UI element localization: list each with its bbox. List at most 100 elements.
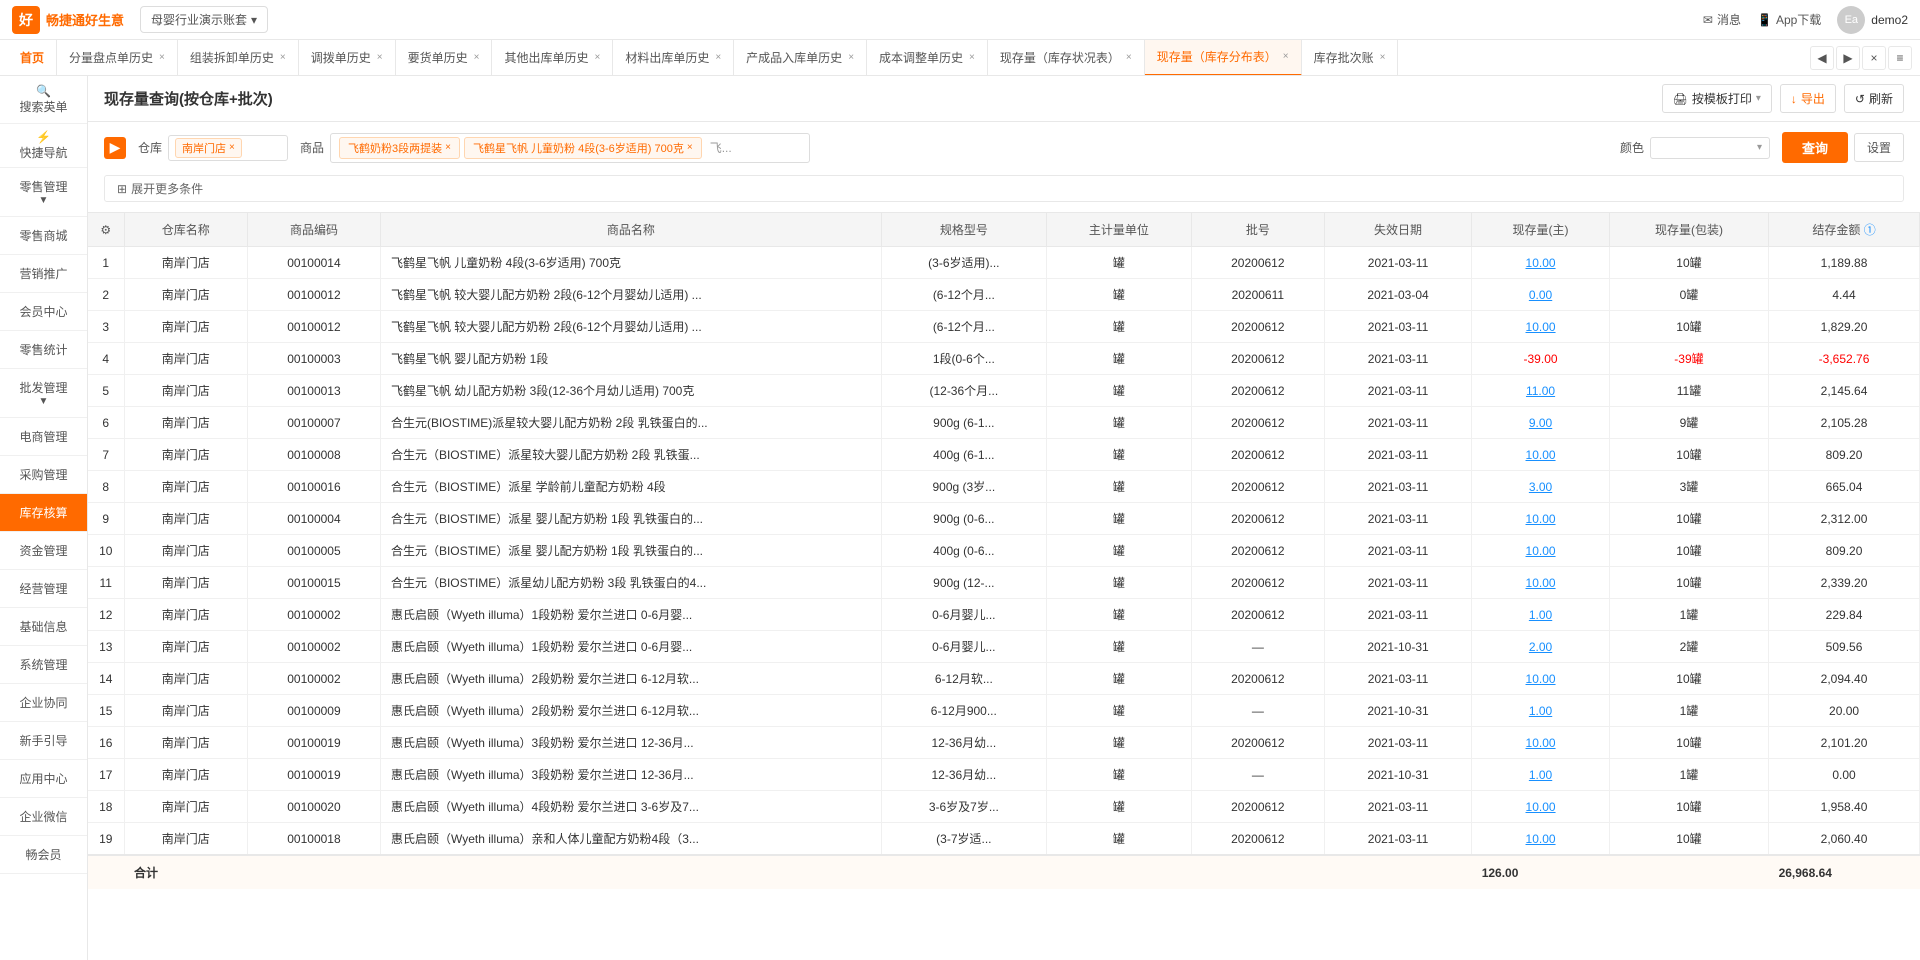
cell-qty-main[interactable]: 10.00	[1472, 311, 1610, 343]
tab-chanpin-close[interactable]: ×	[848, 52, 854, 63]
product-tag-1-close[interactable]: ×	[445, 142, 451, 153]
sidebar-item-apps[interactable]: 应用中心	[0, 760, 87, 798]
cell-qty-main[interactable]: 11.00	[1472, 375, 1610, 407]
tab-next-btn[interactable]: ▶	[1836, 46, 1860, 70]
tab-other-out[interactable]: 其他出库单历史 ×	[492, 40, 613, 76]
cell-amount: 2,105.28	[1769, 407, 1920, 439]
tab-prev-btn[interactable]: ◀	[1810, 46, 1834, 70]
sidebar-item-retail-stat[interactable]: 零售统计	[0, 331, 87, 369]
tab-fenku-close[interactable]: ×	[159, 52, 165, 63]
cell-qty-main[interactable]: 10.00	[1472, 567, 1610, 599]
tab-kucun-dist[interactable]: 现存量（库存分布表） ×	[1145, 40, 1302, 76]
cell-no: 18	[88, 791, 124, 823]
tab-kucun-batch-close[interactable]: ×	[1380, 52, 1386, 63]
sidebar-item-system[interactable]: 系统管理	[0, 646, 87, 684]
tab-yaohuo[interactable]: 要货单历史 ×	[396, 40, 493, 76]
cell-qty-main[interactable]: 10.00	[1472, 503, 1610, 535]
sidebar-item-inventory[interactable]: 库存核算	[0, 494, 87, 532]
tab-tiaopo-close[interactable]: ×	[377, 52, 383, 63]
tab-menu-btn[interactable]: ≡	[1888, 46, 1912, 70]
tab-chanpin-in[interactable]: 产成品入库单历史 ×	[734, 40, 867, 76]
search-btn[interactable]: 查询	[1782, 132, 1848, 163]
cell-qty-main[interactable]: 2.00	[1472, 631, 1610, 663]
cell-qty-main[interactable]: 0.00	[1472, 279, 1610, 311]
tab-yaohuo-close[interactable]: ×	[474, 52, 480, 63]
sidebar-item-search[interactable]: 🔍 搜索英单	[0, 76, 87, 124]
tab-fenku[interactable]: 分量盘点单历史 ×	[57, 40, 178, 76]
refresh-btn[interactable]: ↺ 刷新	[1844, 84, 1904, 113]
cell-name: 飞鹤星飞帆 幼儿配方奶粉 3段(12-36个月幼儿适用) 700克	[380, 375, 881, 407]
tab-kucun-batch[interactable]: 库存批次账 ×	[1302, 40, 1399, 76]
tab-other-out-close[interactable]: ×	[594, 52, 600, 63]
tab-cost-adj[interactable]: 成本调整单历史 ×	[867, 40, 988, 76]
warehouse-tag-1[interactable]: 南岸门店 ×	[175, 138, 242, 158]
tab-kucun-status-close[interactable]: ×	[1126, 52, 1132, 63]
sidebar-item-basic[interactable]: 基础信息	[0, 608, 87, 646]
warehouse-tag-container[interactable]: 南岸门店 ×	[168, 135, 288, 161]
cell-qty-main[interactable]: 10.00	[1472, 439, 1610, 471]
col-amount: 结存金额 ①	[1769, 213, 1920, 247]
tab-caizhi-close[interactable]: ×	[715, 52, 721, 63]
message-btn[interactable]: ✉ 消息	[1703, 11, 1741, 28]
cell-code: 00100007	[247, 407, 380, 439]
cell-qty-main[interactable]: 1.00	[1472, 695, 1610, 727]
expand-row: ⊞ 展开更多条件	[104, 163, 1904, 202]
tab-kucun-status[interactable]: 现存量（库存状况表） ×	[988, 40, 1145, 76]
cell-expire: 2021-03-11	[1324, 535, 1471, 567]
sidebar-item-wholesale[interactable]: 批发管理 ▼	[0, 369, 87, 418]
cell-qty-main[interactable]: 1.00	[1472, 599, 1610, 631]
cell-qty-main[interactable]: 10.00	[1472, 727, 1610, 759]
expand-conditions-btn[interactable]: ⊞ 展开更多条件	[104, 175, 1904, 202]
sidebar-item-ecommerce[interactable]: 电商管理	[0, 418, 87, 456]
product-tag-2-label: 飞鹤星飞帆 儿童奶粉 4段(3-6岁适用) 700克	[473, 140, 684, 156]
cell-qty-main[interactable]: 3.00	[1472, 471, 1610, 503]
sidebar-item-operations[interactable]: 经营管理	[0, 570, 87, 608]
cell-batch: —	[1191, 631, 1324, 663]
color-select[interactable]	[1650, 137, 1770, 159]
tab-home[interactable]: 首页	[8, 40, 57, 76]
tab-caizhi-out[interactable]: 材料出库单历史 ×	[613, 40, 734, 76]
cell-qty-main[interactable]: 10.00	[1472, 823, 1610, 856]
sidebar-item-member[interactable]: 会员中心	[0, 293, 87, 331]
tab-cost-close[interactable]: ×	[969, 52, 975, 63]
sidebar-item-marketing[interactable]: 营销推广	[0, 255, 87, 293]
cell-qty-main[interactable]: 10.00	[1472, 535, 1610, 567]
cell-qty-main[interactable]: 9.00	[1472, 407, 1610, 439]
cell-amount: 1,189.88	[1769, 247, 1920, 279]
product-tags-area[interactable]: 飞鹤奶粉3段两提装 × 飞鹤星飞帆 儿童奶粉 4段(3-6岁适用) 700克 ×…	[330, 133, 810, 163]
sidebar-item-vip[interactable]: 畅会员	[0, 836, 87, 874]
print-btn[interactable]: 🖨 按模板打印 ▾	[1662, 84, 1772, 113]
sidebar-item-finance[interactable]: 资金管理	[0, 532, 87, 570]
sidebar-item-enterprise[interactable]: 企业协同	[0, 684, 87, 722]
product-tag-more[interactable]: 飞...	[710, 139, 732, 156]
product-tag-2-close[interactable]: ×	[687, 142, 693, 153]
sidebar-item-purchase[interactable]: 采购管理	[0, 456, 87, 494]
sidebar-item-retail[interactable]: 零售管理 ▼	[0, 168, 87, 217]
app-download-btn[interactable]: 📱 App下载	[1757, 11, 1821, 28]
cell-qty-main[interactable]: 1.00	[1472, 759, 1610, 791]
tab-close-all-btn[interactable]: ×	[1862, 46, 1886, 70]
export-btn[interactable]: ↓ 导出	[1780, 84, 1836, 113]
sidebar-item-wechat[interactable]: 企业微信	[0, 798, 87, 836]
apps-label: 应用中心	[4, 770, 83, 787]
col-setting[interactable]: ⚙	[88, 213, 124, 247]
warehouse-tag-1-close[interactable]: ×	[229, 142, 235, 153]
tab-kucun-dist-close[interactable]: ×	[1283, 51, 1289, 62]
cell-expire: 2021-03-11	[1324, 471, 1471, 503]
set-btn[interactable]: 设置	[1854, 133, 1904, 162]
cell-qty-main[interactable]: 10.00	[1472, 791, 1610, 823]
company-name: 母婴行业演示账套	[151, 11, 247, 28]
sidebar-item-guide[interactable]: 新手引导	[0, 722, 87, 760]
expand-filter-btn[interactable]: ▶	[104, 137, 126, 159]
tab-tiaopo[interactable]: 调拨单历史 ×	[299, 40, 396, 76]
tab-zuhe-close[interactable]: ×	[280, 52, 286, 63]
cell-qty-main[interactable]: 10.00	[1472, 247, 1610, 279]
sidebar-item-shop[interactable]: 零售商城	[0, 217, 87, 255]
cell-qty-main[interactable]: 10.00	[1472, 663, 1610, 695]
product-tag-2[interactable]: 飞鹤星飞帆 儿童奶粉 4段(3-6岁适用) 700克 ×	[464, 137, 702, 159]
tab-zuhe[interactable]: 组装拆卸单历史 ×	[178, 40, 299, 76]
product-tag-1[interactable]: 飞鹤奶粉3段两提装 ×	[339, 137, 460, 159]
sidebar-item-quick[interactable]: ⚡ 快捷导航	[0, 124, 87, 168]
table-footer-row: 合计 126.00 26,968.64	[88, 855, 1920, 889]
company-selector[interactable]: 母婴行业演示账套 ▾	[140, 6, 268, 33]
